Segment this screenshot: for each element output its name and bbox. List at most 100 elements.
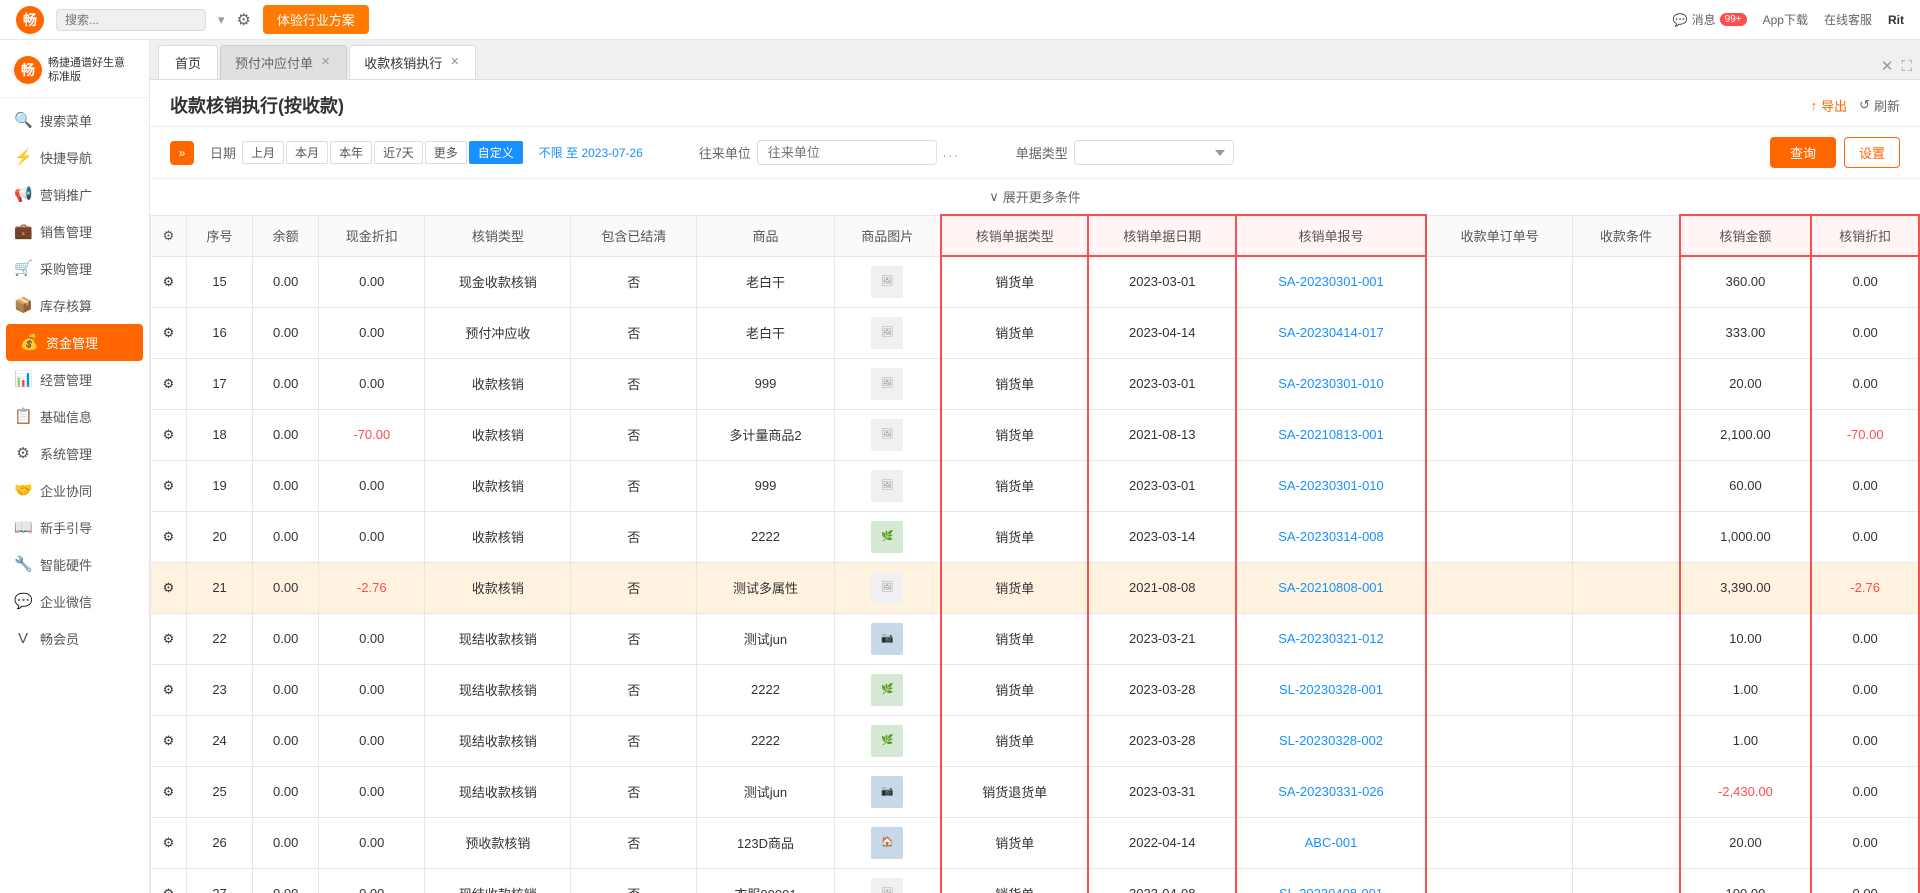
cell-settings[interactable]: ⚙ (151, 613, 187, 664)
cell-writeoff-bill-no[interactable]: ABC-001 (1236, 817, 1426, 868)
cell-settings[interactable]: ⚙ (151, 511, 187, 562)
cell-writeoff-discount: 0.00 (1811, 766, 1919, 817)
online-service-link[interactable]: 在线客服 (1824, 11, 1872, 28)
bill-no-link[interactable]: SL-20230328-001 (1279, 682, 1383, 697)
cell-writeoff-bill-no[interactable]: SA-20230331-026 (1236, 766, 1426, 817)
cell-settings[interactable]: ⚙ (151, 715, 187, 766)
sidebar-item-sales[interactable]: 💼 销售管理 (0, 213, 149, 250)
cell-receipt-terms (1573, 664, 1680, 715)
tab-expand-icon[interactable]: ⛶ (1901, 58, 1912, 75)
sidebar-item-purchase[interactable]: 🛒 采购管理 (0, 250, 149, 287)
cell-settings[interactable]: ⚙ (151, 664, 187, 715)
cell-writeoff-bill-date: 2023-03-28 (1088, 715, 1236, 766)
filter-type-label: 单据类型 (1016, 143, 1068, 162)
bill-no-link[interactable]: SA-20230301-010 (1278, 478, 1384, 493)
cell-writeoff-bill-no[interactable]: SL-20230328-001 (1236, 664, 1426, 715)
sidebar-item-hardware[interactable]: 🔧 智能硬件 (0, 546, 149, 583)
app-download-link[interactable]: App下载 (1763, 11, 1808, 28)
sidebar-item-system[interactable]: ⚙ 系统管理 (0, 435, 149, 472)
col-settings-header[interactable]: ⚙ (151, 215, 187, 256)
cell-writeoff-bill-no[interactable]: SA-20230414-017 (1236, 307, 1426, 358)
filter-date-last-month[interactable]: 上月 (242, 141, 284, 164)
sidebar-item-marketing[interactable]: 📢 营销推广 (0, 176, 149, 213)
filter-unit-input[interactable] (757, 140, 937, 165)
tab-prepay[interactable]: 预付冲应付单 ✕ (220, 45, 347, 79)
sidebar-item-wechat[interactable]: 💬 企业微信 (0, 583, 149, 620)
cell-writeoff-bill-date: 2023-04-14 (1088, 307, 1236, 358)
bill-no-link[interactable]: SA-20210808-001 (1278, 580, 1384, 595)
filter-date-this-month[interactable]: 本月 (286, 141, 328, 164)
cell-writeoff-bill-no[interactable]: SA-20210808-001 (1236, 562, 1426, 613)
bill-no-link[interactable]: SA-20230414-017 (1278, 325, 1384, 340)
sidebar-item-search[interactable]: 🔍 搜索菜单 (0, 102, 149, 139)
tab-close-all-icon[interactable]: ✕ (1881, 57, 1894, 75)
cell-receipt-order-no (1426, 256, 1573, 307)
cell-settings[interactable]: ⚙ (151, 868, 187, 893)
cell-writeoff-bill-no[interactable]: SA-20230301-010 (1236, 358, 1426, 409)
tab-writeoff-close-icon[interactable]: ✕ (448, 56, 461, 69)
tab-home[interactable]: 首页 (158, 45, 218, 79)
cell-writeoff-bill-no[interactable]: SL-20230408-001 (1236, 868, 1426, 893)
refresh-button[interactable]: ↺ 刷新 (1859, 96, 1900, 115)
cell-settings[interactable]: ⚙ (151, 409, 187, 460)
bill-no-link[interactable]: SA-20230321-012 (1278, 631, 1384, 646)
cell-settings[interactable]: ⚙ (151, 256, 187, 307)
top-search-input[interactable] (56, 9, 206, 31)
bill-no-link[interactable]: SL-20230328-002 (1279, 733, 1383, 748)
sidebar-item-base-info[interactable]: 📋 基础信息 (0, 398, 149, 435)
sidebar-item-shortcut[interactable]: ⚡ 快捷导航 (0, 139, 149, 176)
sidebar-item-finance[interactable]: 💰 资金管理 (6, 324, 143, 361)
cell-writeoff-bill-no[interactable]: SA-20230301-001 (1236, 256, 1426, 307)
sidebar-item-guide[interactable]: 📖 新手引导 (0, 509, 149, 546)
sidebar-item-vip[interactable]: V 畅会员 (0, 620, 149, 657)
cell-settings[interactable]: ⚙ (151, 460, 187, 511)
chart-icon: 📊 (14, 370, 32, 388)
bill-no-link[interactable]: ABC-001 (1305, 835, 1358, 850)
cell-writeoff-bill-no[interactable]: SA-20230314-008 (1236, 511, 1426, 562)
filter-date-custom[interactable]: 自定义 (469, 141, 523, 164)
industry-solution-button[interactable]: 体验行业方案 (263, 5, 369, 34)
main-layout: 畅 畅捷通谱好生意 标准版 🔍 搜索菜单 ⚡ 快捷导航 📢 营销推广 💼 销售管… (0, 40, 1920, 893)
settings-button[interactable]: 设置 (1844, 137, 1900, 168)
cell-writeoff-bill-no[interactable]: SA-20230321-012 (1236, 613, 1426, 664)
bill-no-link[interactable]: SL-20230408-001 (1279, 886, 1383, 893)
cell-receipt-terms (1573, 460, 1680, 511)
filter-type-select[interactable] (1074, 140, 1234, 165)
expand-more-bar: ∨ 展开更多条件 (150, 179, 1920, 214)
cell-settings[interactable]: ⚙ (151, 817, 187, 868)
sidebar-item-inventory[interactable]: 📦 库存核算 (0, 287, 149, 324)
cell-settings[interactable]: ⚙ (151, 766, 187, 817)
sidebar-item-collab[interactable]: 🤝 企业协同 (0, 472, 149, 509)
export-button[interactable]: ↑ 导出 (1811, 96, 1848, 115)
bill-no-link[interactable]: SA-20230301-010 (1278, 376, 1384, 391)
vip-icon: V (14, 630, 32, 647)
bill-no-link[interactable]: SA-20230331-026 (1278, 784, 1384, 799)
money-icon: 💰 (20, 333, 38, 351)
tab-prepay-close-icon[interactable]: ✕ (319, 56, 332, 69)
cell-writeoff-bill-no[interactable]: SA-20210813-001 (1236, 409, 1426, 460)
cell-settings[interactable]: ⚙ (151, 358, 187, 409)
query-button[interactable]: 查询 (1770, 137, 1836, 168)
filter-date-this-year[interactable]: 本年 (330, 141, 372, 164)
bill-no-link[interactable]: SA-20230314-008 (1278, 529, 1384, 544)
sidebar-item-management[interactable]: 📊 经营管理 (0, 361, 149, 398)
dropdown-arrow-icon[interactable]: ▾ (218, 12, 225, 28)
filter-date-7days[interactable]: 近7天 (374, 141, 423, 164)
cell-settings[interactable]: ⚙ (151, 562, 187, 613)
notice-badge: 99+ (1720, 13, 1747, 26)
notice-area[interactable]: 💬 消息 99+ (1673, 11, 1747, 28)
cell-writeoff-bill-date: 2023-03-21 (1088, 613, 1236, 664)
filter-date-more[interactable]: 更多 (425, 141, 467, 164)
settings-icon: ⚙ (14, 444, 32, 462)
bill-no-link[interactable]: SA-20210813-001 (1278, 427, 1384, 442)
cell-writeoff-discount: -2.76 (1811, 562, 1919, 613)
cell-writeoff-bill-no[interactable]: SL-20230328-002 (1236, 715, 1426, 766)
bill-no-link[interactable]: SA-20230301-001 (1278, 274, 1384, 289)
tab-writeoff[interactable]: 收款核销执行 ✕ (349, 45, 476, 79)
gear-icon[interactable]: ⚙ (237, 10, 251, 30)
filter-dots: ... (943, 145, 960, 160)
cell-writeoff-bill-no[interactable]: SA-20230301-010 (1236, 460, 1426, 511)
filter-expand-button[interactable]: » (170, 141, 194, 165)
expand-more-button[interactable]: ∨ 展开更多条件 (989, 187, 1081, 206)
cell-settings[interactable]: ⚙ (151, 307, 187, 358)
